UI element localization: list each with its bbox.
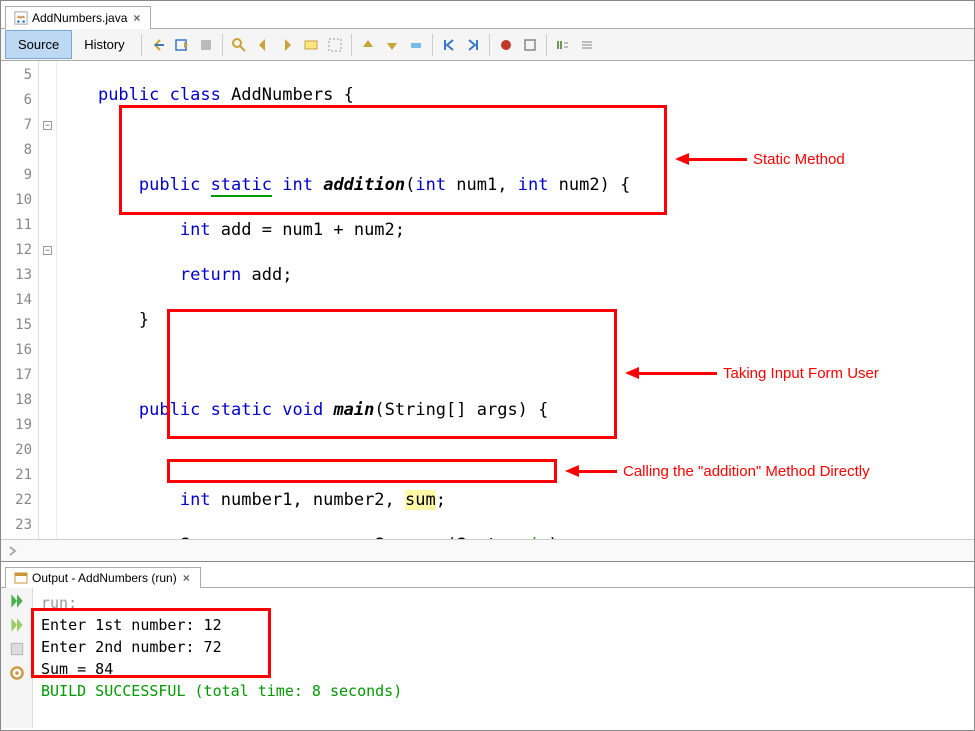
- next-icon[interactable]: [276, 34, 298, 56]
- settings-output-icon[interactable]: [8, 664, 26, 682]
- separator: [222, 34, 223, 56]
- close-icon[interactable]: ×: [181, 571, 192, 585]
- selection-icon[interactable]: [324, 34, 346, 56]
- output-tab-bar: Output - AddNumbers (run) ×: [1, 562, 974, 588]
- close-icon[interactable]: ×: [131, 11, 142, 25]
- code-editor[interactable]: 567891011121314151617181920212223 − − pu…: [1, 61, 974, 539]
- output-line: Enter 1st number: 12: [41, 614, 966, 636]
- annotation-label: Calling the "addition" Method Directly: [623, 463, 870, 480]
- output-body: run: Enter 1st number: 12 Enter 2nd numb…: [1, 588, 974, 728]
- separator: [141, 34, 142, 56]
- output-icon: [14, 571, 28, 585]
- separator: [489, 34, 490, 56]
- run-icon[interactable]: [8, 592, 26, 610]
- annotation-label: Static Method: [753, 151, 845, 168]
- editor-toolbar: Source History: [1, 29, 974, 61]
- line-gutter: 567891011121314151617181920212223: [1, 61, 39, 539]
- tab-history[interactable]: History: [72, 31, 136, 58]
- comment-icon[interactable]: [552, 34, 574, 56]
- bookmark-icon[interactable]: [405, 34, 427, 56]
- prev-icon[interactable]: [252, 34, 274, 56]
- record-icon[interactable]: [495, 34, 517, 56]
- output-line: BUILD SUCCESSFUL (total time: 8 seconds): [41, 680, 966, 702]
- output-panel: Output - AddNumbers (run) × run: Enter 1…: [1, 561, 974, 728]
- find-icon[interactable]: [228, 34, 250, 56]
- down-icon[interactable]: [381, 34, 403, 56]
- fold-icon[interactable]: −: [43, 246, 52, 255]
- toolbar-button[interactable]: [195, 34, 217, 56]
- output-line: Sum = 84: [41, 658, 966, 680]
- highlight-icon[interactable]: [300, 34, 322, 56]
- output-line: Enter 2nd number: 72: [41, 636, 966, 658]
- tab-source[interactable]: Source: [5, 30, 72, 59]
- file-tab-bar: AddNumbers.java ×: [1, 1, 974, 29]
- output-tab[interactable]: Output - AddNumbers (run) ×: [5, 567, 201, 588]
- chevron-right-icon: [7, 545, 19, 557]
- code-area[interactable]: public class AddNumbers { public static …: [57, 61, 974, 539]
- shift-left-icon[interactable]: [438, 34, 460, 56]
- breadcrumb-bar: [1, 539, 974, 561]
- output-line: run:: [41, 592, 966, 614]
- file-tab[interactable]: AddNumbers.java ×: [5, 6, 151, 29]
- uncomment-icon[interactable]: [576, 34, 598, 56]
- rerun-icon[interactable]: [8, 616, 26, 634]
- nav-back-icon[interactable]: [147, 34, 169, 56]
- separator: [432, 34, 433, 56]
- fold-column: − −: [39, 61, 57, 539]
- java-file-icon: [14, 11, 28, 25]
- nav-forward-icon[interactable]: [171, 34, 193, 56]
- arrow-line: [637, 372, 717, 375]
- annotation-label: Taking Input Form User: [723, 365, 879, 382]
- separator: [351, 34, 352, 56]
- output-tab-label: Output - AddNumbers (run): [32, 571, 177, 585]
- output-text[interactable]: run: Enter 1st number: 12 Enter 2nd numb…: [33, 588, 974, 728]
- file-tab-label: AddNumbers.java: [32, 11, 127, 25]
- stop-output-icon[interactable]: [8, 640, 26, 658]
- arrow-line: [577, 470, 617, 473]
- fold-icon[interactable]: −: [43, 121, 52, 130]
- output-gutter: [1, 588, 33, 728]
- annotation-box: [119, 105, 667, 215]
- arrow-line: [687, 158, 747, 161]
- up-icon[interactable]: [357, 34, 379, 56]
- shift-right-icon[interactable]: [462, 34, 484, 56]
- stop-icon[interactable]: [519, 34, 541, 56]
- separator: [546, 34, 547, 56]
